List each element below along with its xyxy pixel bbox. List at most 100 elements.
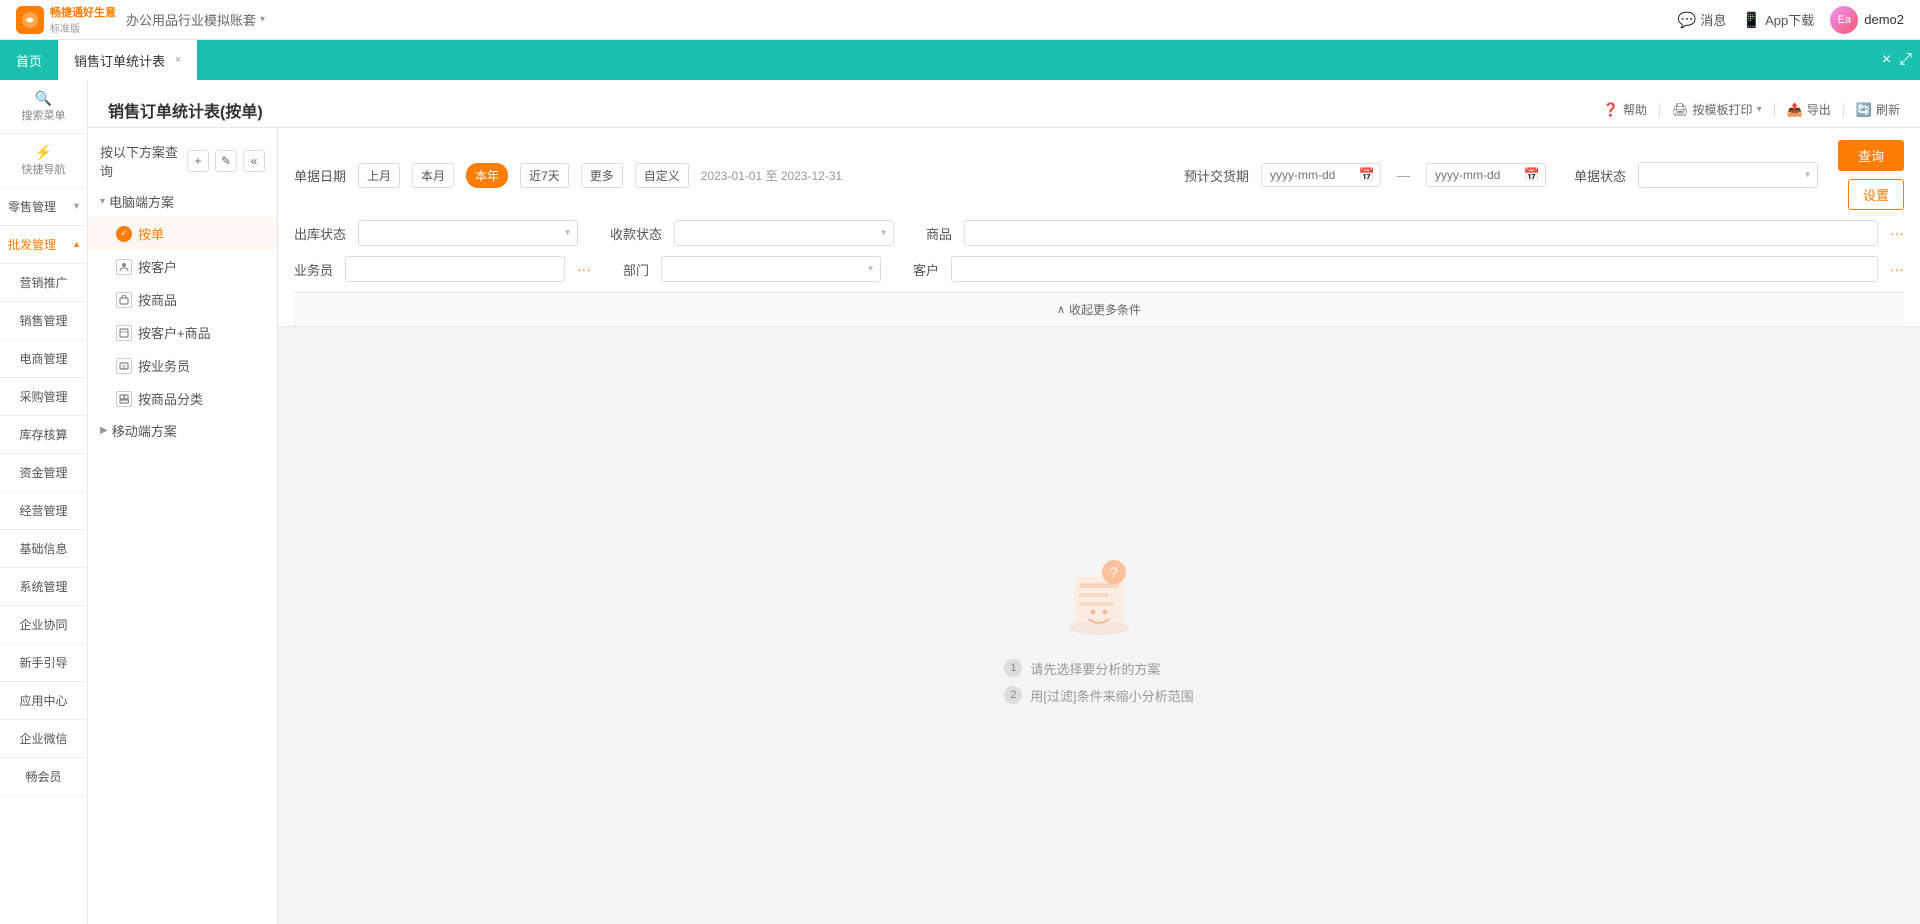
main-right-content: 单据日期 上月 本月 本年 近7天 更多 自定义 2023-01-01 至 20… <box>278 128 1920 924</box>
collapse-bar[interactable]: ∧ 收起更多条件 <box>294 292 1904 326</box>
dept-select[interactable] <box>661 256 881 282</box>
sidebar-item-base[interactable]: 基础信息 <box>0 530 87 568</box>
scheme-by-order[interactable]: ✓ 按单 <box>88 217 277 250</box>
sales-label: 销售管理 <box>8 312 79 329</box>
sidebar-item-operation[interactable]: 经营管理 <box>0 492 87 530</box>
scheme-by-customer[interactable]: 按客户 <box>88 250 277 283</box>
wholesale-arrow: ▴ <box>74 239 79 250</box>
filter-row-3: 业务员 ··· 部门 ▾ 客户 ··· <box>294 256 1904 282</box>
close-window-button[interactable]: × <box>1882 51 1891 69</box>
customer-label: 客户 <box>913 260 939 279</box>
restore-window-button[interactable]: ⤢ <box>1899 51 1912 69</box>
sidebar-item-vip[interactable]: 畅会员 <box>0 758 87 796</box>
warehouse-label: 出库状态 <box>294 224 346 243</box>
app-download-button[interactable]: 📱 App下载 <box>1742 10 1814 29</box>
salesperson-more-button[interactable]: ··· <box>577 261 591 277</box>
status-select[interactable] <box>1638 162 1818 188</box>
scheme-icon-customer <box>116 259 132 275</box>
payment-select[interactable] <box>674 220 894 246</box>
mobile-scheme-group-label: 移动端方案 <box>112 421 177 440</box>
customer-input[interactable] <box>951 256 1878 282</box>
goods-label: 商品 <box>926 224 952 243</box>
help-button[interactable]: ❓ 帮助 <box>1603 101 1647 118</box>
sidebar: 🔍 搜索菜单 ⚡ 快捷导航 零售管理 ▾ 批发管理 ▴ 营销推广 销售管理 电商… <box>0 80 88 924</box>
export-button[interactable]: 📤 导出 <box>1787 101 1831 118</box>
scheme-by-customer-label: 按客户 <box>138 257 177 276</box>
sidebar-item-appstore[interactable]: 应用中心 <box>0 682 87 720</box>
logo-text: 畅捷通好生意 标准版 <box>50 4 116 35</box>
app-selector[interactable]: 办公用品行业模拟账套 ▾ <box>126 10 265 29</box>
sidebar-item-wechat[interactable]: 企业微信 <box>0 720 87 758</box>
sidebar-item-newbie[interactable]: 新手引导 <box>0 644 87 682</box>
date-btn-custom[interactable]: 自定义 <box>635 163 689 188</box>
finance-label: 资金管理 <box>8 464 79 481</box>
empty-hints: 1 请先选择要分析的方案 2 用[过滤]条件来缩小分析范围 <box>1004 659 1193 705</box>
status-filter-label: 单据状态 <box>1574 166 1626 185</box>
message-button[interactable]: 💬 消息 <box>1678 10 1727 29</box>
scheme-by-salesperson-label: 按业务员 <box>138 356 190 375</box>
sidebar-item-inventory[interactable]: 库存核算 <box>0 416 87 454</box>
user-area[interactable]: Ea demo2 <box>1830 6 1904 34</box>
scheme-by-customer-goods[interactable]: 按客户+商品 <box>88 316 277 349</box>
add-scheme-button[interactable]: + <box>187 150 209 172</box>
date-btn-7days[interactable]: 近7天 <box>520 163 569 188</box>
dept-label: 部门 <box>623 260 649 279</box>
scheme-icon-salesperson <box>116 358 132 374</box>
customer-more-button[interactable]: ··· <box>1890 261 1904 277</box>
group-arrow-down: ▾ <box>100 196 105 207</box>
tab-sales-order-stats[interactable]: 销售订单统计表 × <box>58 40 197 80</box>
warehouse-select[interactable] <box>358 220 578 246</box>
cooperation-label: 企业协同 <box>8 616 79 633</box>
sidebar-item-ecommerce[interactable]: 电商管理 <box>0 340 87 378</box>
empty-illustration: ? <box>1049 547 1149 647</box>
download-icon: 📱 <box>1742 11 1761 29</box>
date-filter-label: 单据日期 <box>294 166 346 185</box>
hint-num-1: 1 <box>1004 659 1022 677</box>
empty-state: ? 1 请先选择要分析的方案 <box>1004 547 1193 705</box>
app-download-label: App下载 <box>1765 10 1814 29</box>
settings-button[interactable]: 设置 <box>1848 179 1904 210</box>
sidebar-item-sales[interactable]: 销售管理 <box>0 302 87 340</box>
pc-scheme-group[interactable]: ▾ 电脑端方案 <box>88 186 277 217</box>
tab-home[interactable]: 首页 <box>0 40 58 80</box>
edit-scheme-button[interactable]: ✎ <box>215 150 237 172</box>
inventory-label: 库存核算 <box>8 426 79 443</box>
goods-input[interactable] <box>964 220 1878 246</box>
sidebar-item-cooperation[interactable]: 企业协同 <box>0 606 87 644</box>
message-icon: 💬 <box>1678 11 1697 29</box>
sidebar-item-retail[interactable]: 零售管理 ▾ <box>0 188 87 226</box>
date-btn-last-month[interactable]: 上月 <box>358 163 400 188</box>
collapse-panel-button[interactable]: « <box>243 150 265 172</box>
salesperson-input[interactable] <box>345 256 565 282</box>
goods-more-button[interactable]: ··· <box>1890 225 1904 241</box>
sidebar-item-marketing[interactable]: 营销推广 <box>0 264 87 302</box>
user-name: demo2 <box>1864 12 1904 27</box>
date-btn-this-year[interactable]: 本年 <box>466 163 508 188</box>
scheme-by-salesperson[interactable]: 按业务员 <box>88 349 277 382</box>
template-print-button[interactable]: 🖨 按模板打印 ▾ <box>1672 101 1762 118</box>
scheme-by-cg-label: 按客户+商品 <box>138 323 211 342</box>
query-button[interactable]: 查询 <box>1838 140 1904 171</box>
date-to-wrap: 📅 <box>1426 163 1546 187</box>
page-header: 销售订单统计表(按单) ❓ 帮助 🖨 按模板打印 ▾ 📤 导出 <box>88 80 1920 128</box>
sidebar-search[interactable]: 🔍 搜索菜单 <box>0 80 87 134</box>
payment-label: 收款状态 <box>610 224 662 243</box>
app-selector-label: 办公用品行业模拟账套 <box>126 10 256 29</box>
sidebar-item-system[interactable]: 系统管理 <box>0 568 87 606</box>
scheme-by-category[interactable]: 按商品分类 <box>88 382 277 415</box>
date-btn-this-month[interactable]: 本月 <box>412 163 454 188</box>
collapse-label: 收起更多条件 <box>1069 301 1141 318</box>
date-btn-more[interactable]: 更多 <box>581 163 623 188</box>
sidebar-quick-nav[interactable]: ⚡ 快捷导航 <box>0 134 87 188</box>
scheme-by-goods[interactable]: 按商品 <box>88 283 277 316</box>
refresh-button[interactable]: 🔄 刷新 <box>1856 101 1900 118</box>
sidebar-item-wholesale[interactable]: 批发管理 ▴ <box>0 226 87 264</box>
mobile-scheme-group[interactable]: ▶ 移动端方案 <box>88 415 277 446</box>
scheme-by-order-label: 按单 <box>138 224 164 243</box>
sidebar-item-finance[interactable]: 资金管理 <box>0 454 87 492</box>
inner-layout: 按以下方案查询 + ✎ « ▾ 电脑端方案 ✓ 按单 <box>88 128 1920 924</box>
quick-nav-icon: ⚡ <box>4 144 83 161</box>
divider-1 <box>1659 103 1660 117</box>
sidebar-item-purchase[interactable]: 采购管理 <box>0 378 87 416</box>
tab-close-button[interactable]: × <box>175 54 181 66</box>
